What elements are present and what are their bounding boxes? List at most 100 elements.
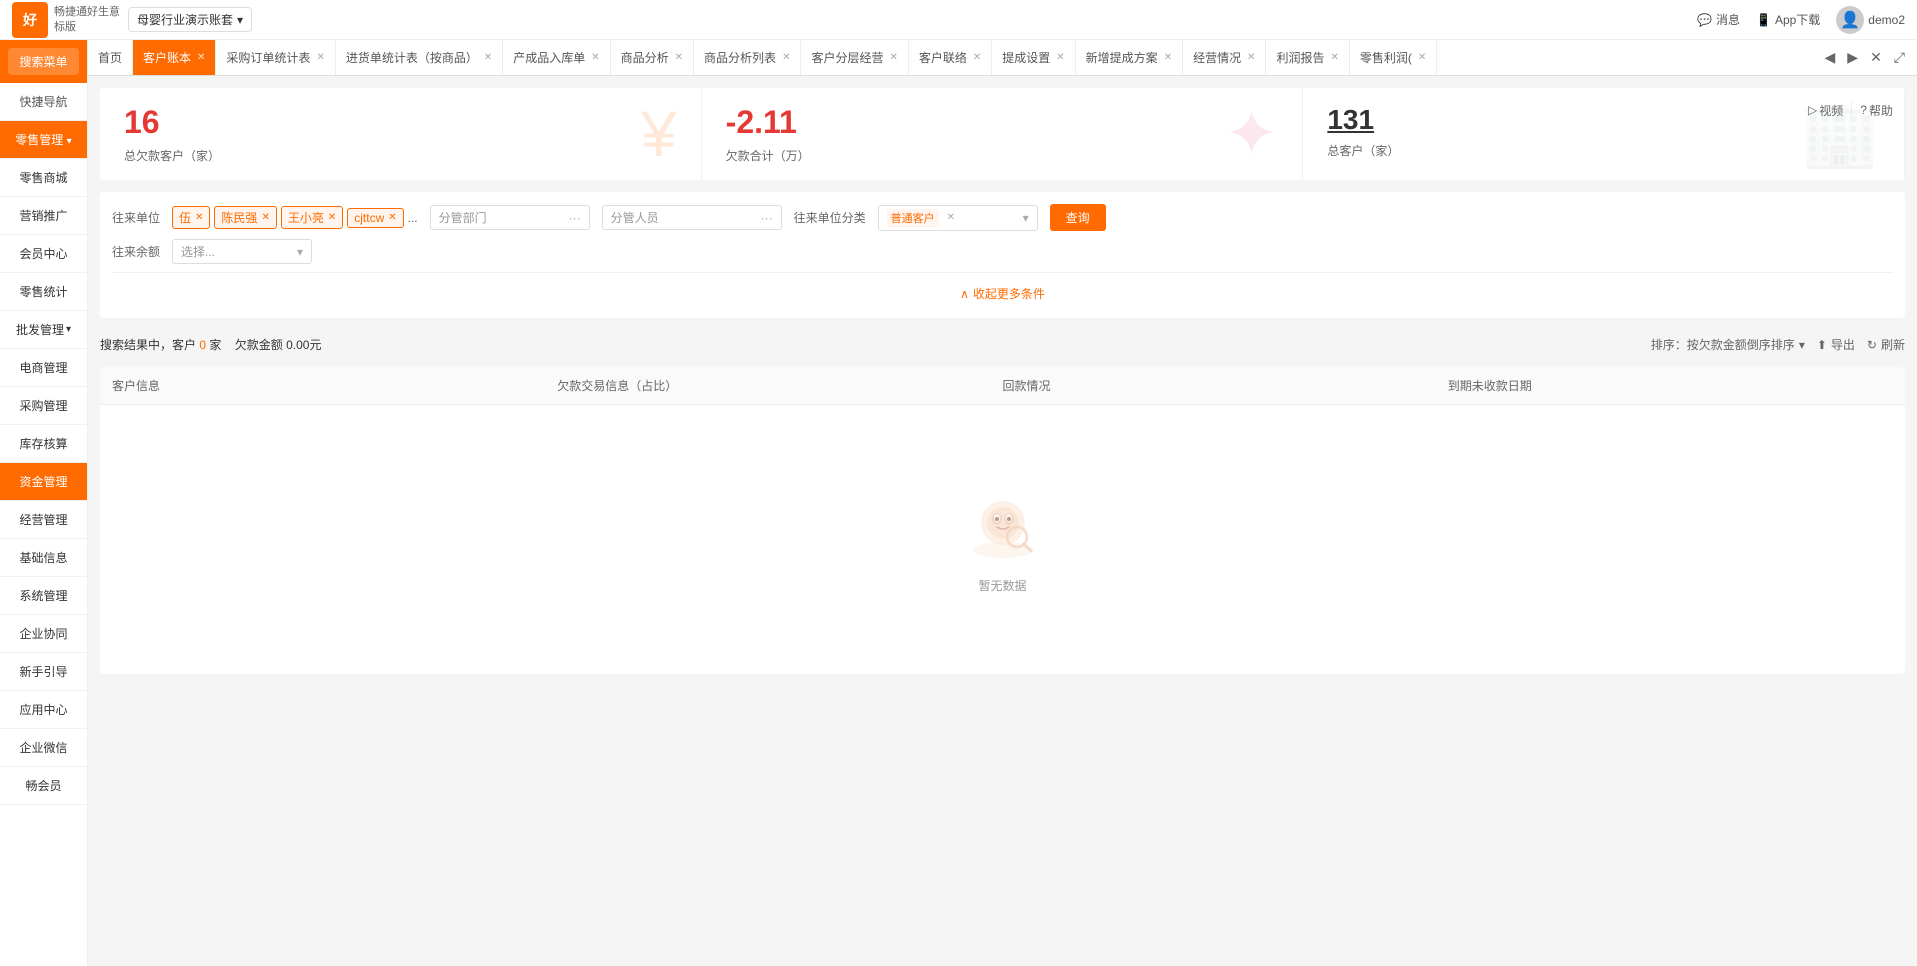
tab-close-icon[interactable]: ✕	[889, 52, 897, 63]
chevron-up-icon: ∧	[960, 287, 969, 301]
total-customers-value: 16	[124, 104, 677, 141]
message-icon: 💬	[1697, 13, 1712, 27]
results-actions: 排序：按欠款金额倒序排序 ▾ ⬆ 导出 ↻ 刷新	[1651, 336, 1905, 353]
play-icon: ▷	[1808, 103, 1817, 117]
dots-icon: ···	[569, 211, 581, 225]
tab-reminder-settings[interactable]: 提成设置 ✕	[992, 40, 1075, 75]
tab-close-icon[interactable]: ✕	[316, 52, 324, 63]
export-button[interactable]: ⬆ 导出	[1817, 336, 1855, 353]
sidebar-item-retail-mgmt[interactable]: 零售管理 ▾	[0, 121, 87, 159]
tab-close-icon[interactable]: ✕	[973, 52, 981, 63]
tag-close-icon[interactable]: ✕	[947, 212, 955, 223]
sidebar-item-retail-stats[interactable]: 零售统计	[0, 273, 87, 311]
sidebar-item-capital-mgmt[interactable]: 资金管理	[0, 463, 87, 501]
tab-close-icon[interactable]: ✕	[1056, 52, 1064, 63]
sidebar-item-app-center[interactable]: 应用中心	[0, 691, 87, 729]
empty-text: 暂无数据	[978, 577, 1026, 594]
help-icon: ?	[1860, 103, 1867, 117]
page-content: ¥ 16 总欠款客户（家） ✦ -2.11 欠款合计（万） 🏢 131 总客户（…	[88, 76, 1917, 966]
export-icon: ⬆	[1817, 338, 1827, 352]
query-button[interactable]: 查询	[1050, 204, 1106, 231]
tab-close-icon[interactable]: ✕	[484, 52, 492, 63]
tab-add-achievement-plan[interactable]: 新增提成方案 ✕	[1076, 40, 1183, 75]
tab-fullscreen-button[interactable]: ⤢	[1890, 47, 1909, 68]
sidebar-item-wholesale-mgmt[interactable]: 批发管理 ▾	[0, 311, 87, 349]
tag-close-icon[interactable]: ✕	[261, 212, 269, 223]
tab-scroll-right-button[interactable]: ▶	[1843, 47, 1862, 68]
refresh-button[interactable]: ↻ 刷新	[1867, 336, 1905, 353]
stats-row: ¥ 16 总欠款客户（家） ✦ -2.11 欠款合计（万） 🏢 131 总客户（…	[100, 88, 1905, 180]
chevron-down-icon: ▾	[297, 245, 303, 259]
tab-scroll-left-button[interactable]: ◀	[1821, 47, 1840, 68]
sidebar-item-ecommerce[interactable]: 电商管理	[0, 349, 87, 387]
tab-close-icon[interactable]: ✕	[1331, 52, 1339, 63]
tab-close-all-button[interactable]: ✕	[1866, 47, 1886, 68]
total-customers-label: 总欠款客户（家）	[124, 147, 677, 164]
search-result-text: 搜索结果中，客户 0 家 欠款金额 0.00元	[100, 336, 321, 353]
sidebar-item-retail-shop[interactable]: 零售商城	[0, 159, 87, 197]
person-select[interactable]: 分管人员 ···	[602, 205, 782, 230]
tag-close-icon[interactable]: ✕	[388, 212, 396, 223]
tag-close-icon[interactable]: ✕	[328, 212, 336, 223]
tab-customer-contact[interactable]: 客户联络 ✕	[909, 40, 992, 75]
sidebar-item-enterprise-wechat[interactable]: 企业微信	[0, 729, 87, 767]
search-menu-button[interactable]: 搜索菜单	[8, 48, 79, 75]
tab-retail-profit[interactable]: 零售利润( ✕	[1350, 40, 1437, 75]
tag-close-icon[interactable]: ✕	[195, 212, 203, 223]
sidebar-item-vip-member[interactable]: 畅会员	[0, 767, 87, 805]
tab-close-icon[interactable]: ✕	[782, 52, 790, 63]
tab-product-analysis-list[interactable]: 商品分析列表 ✕	[694, 40, 801, 75]
app-download-button[interactable]: 📱 App下载	[1756, 11, 1820, 28]
tab-operations[interactable]: 经营情况 ✕	[1183, 40, 1266, 75]
tab-close-icon[interactable]: ✕	[197, 52, 205, 63]
tab-customer-debt[interactable]: 客户账本 ✕	[133, 40, 216, 75]
sidebar-item-system-mgmt[interactable]: 系统管理	[0, 577, 87, 615]
sidebar-item-enterprise-collab[interactable]: 企业协同	[0, 615, 87, 653]
sort-select[interactable]: 排序：按欠款金额倒序排序 ▾	[1651, 336, 1805, 353]
empty-illustration	[963, 485, 1043, 565]
filter-tag-3[interactable]: 王小亮 ✕	[281, 206, 343, 229]
workspace-selector[interactable]: 母婴行业演示账套 ▾	[128, 7, 252, 32]
filter-tag-2[interactable]: 陈民强 ✕	[214, 206, 276, 229]
tab-purchase-order-stats[interactable]: 采购订单统计表 ✕	[216, 40, 335, 75]
tab-close-icon[interactable]: ✕	[1164, 52, 1172, 63]
sidebar-item-quick-nav[interactable]: 快捷导航	[0, 83, 87, 121]
message-button[interactable]: 💬 消息	[1697, 11, 1740, 28]
tab-close-icon[interactable]: ✕	[591, 52, 599, 63]
user-avatar[interactable]: 👤 demo2	[1836, 6, 1905, 34]
col-header-customer: 客户信息	[112, 377, 557, 394]
filter-tag-1[interactable]: 伍 ✕	[172, 206, 210, 229]
topbar-right: 💬 消息 📱 App下载 👤 demo2	[1697, 6, 1905, 34]
sidebar-item-member-center[interactable]: 会员中心	[0, 235, 87, 273]
video-link[interactable]: ▷ 视频	[1808, 100, 1843, 120]
sidebar-item-inventory[interactable]: 库存核算	[0, 425, 87, 463]
tab-product-analysis[interactable]: 商品分析 ✕	[611, 40, 694, 75]
empty-state: 暂无数据	[100, 405, 1905, 674]
filter-more-button[interactable]: ...	[408, 211, 418, 225]
tab-home[interactable]: 首页	[88, 40, 133, 75]
help-link[interactable]: ? 帮助	[1860, 100, 1893, 120]
tab-close-icon[interactable]: ✕	[675, 52, 683, 63]
tab-profit-report[interactable]: 利润报告 ✕	[1266, 40, 1349, 75]
dept-select[interactable]: 分管部门 ···	[430, 205, 590, 230]
tab-inbound-stats[interactable]: 进货单统计表（按商品） ✕	[336, 40, 503, 75]
sidebar-item-marketing[interactable]: 营销推广	[0, 197, 87, 235]
collapse-button[interactable]: ∧ 收起更多条件	[952, 281, 1053, 306]
filter-tag-4[interactable]: cjttcw ✕	[347, 208, 403, 228]
tab-product-inbound[interactable]: 产成品入库单 ✕	[503, 40, 610, 75]
chevron-down-icon: ▾	[237, 13, 243, 27]
sidebar-item-operation-mgmt[interactable]: 经营管理	[0, 501, 87, 539]
filter-collapse-row: ∧ 收起更多条件	[112, 272, 1893, 306]
remainder-select[interactable]: 选择... ▾	[172, 239, 312, 264]
sidebar-item-purchase-mgmt[interactable]: 采购管理	[0, 387, 87, 425]
unit-type-select[interactable]: 普通客户 ✕ ▾	[878, 205, 1038, 231]
sidebar-item-basic-info[interactable]: 基础信息	[0, 539, 87, 577]
col-header-date: 到期未收款日期	[1448, 377, 1893, 394]
divider	[1851, 100, 1852, 120]
tab-close-icon[interactable]: ✕	[1418, 52, 1426, 63]
filter-area: 往来单位 伍 ✕ 陈民强 ✕ 王小亮 ✕	[100, 192, 1905, 318]
tab-close-icon[interactable]: ✕	[1247, 52, 1255, 63]
logo-area: 好 畅捷通好生意 标版	[12, 2, 120, 38]
tab-customer-segment[interactable]: 客户分层经营 ✕	[801, 40, 908, 75]
sidebar-item-beginner-guide[interactable]: 新手引导	[0, 653, 87, 691]
